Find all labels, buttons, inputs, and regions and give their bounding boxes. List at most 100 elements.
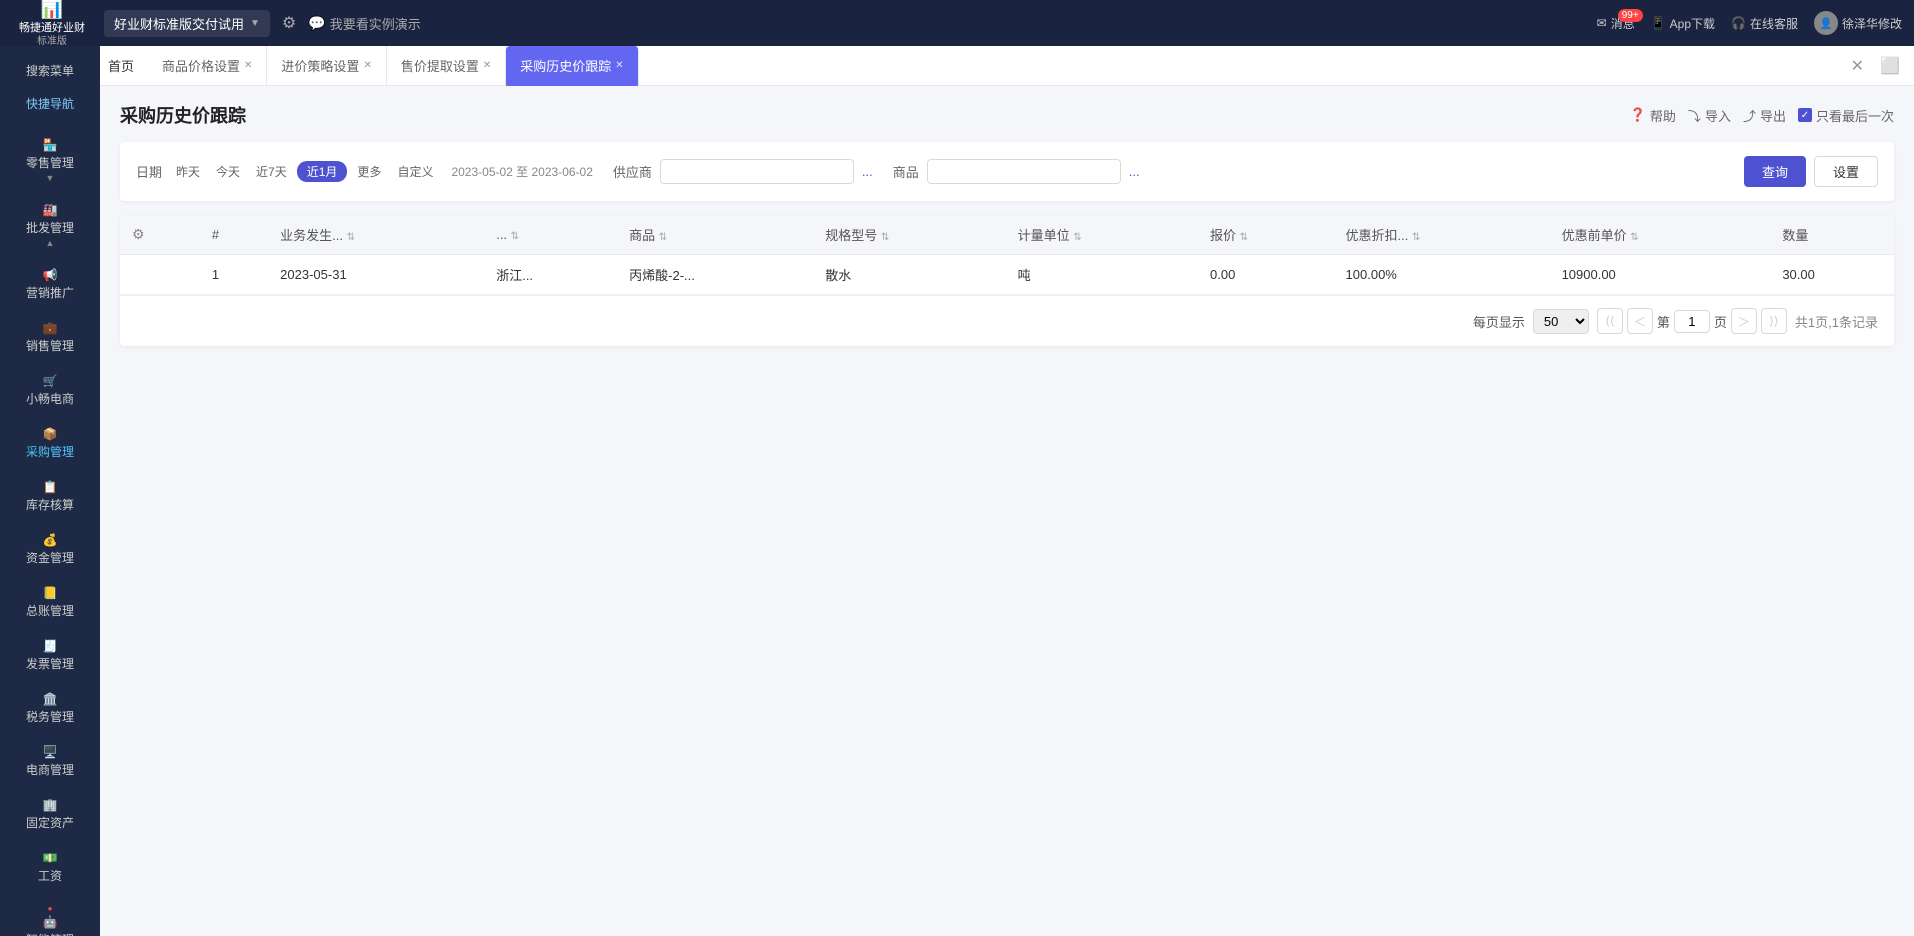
col-goods[interactable]: 商品 ⇅ [617,215,813,255]
filter-goods: 商品 ... [893,159,1140,184]
sidebar-item-retail[interactable]: 🏪 零售管理 ▼ [0,128,100,193]
sidebar-item-ledger[interactable]: 📒 总账管理 [0,576,100,629]
sidebar-item-ecommerce[interactable]: 🖥️ 电商管理 [0,735,100,788]
app-download-icon: 📱 [1651,16,1666,30]
col-price[interactable]: 报价 ⇅ [1198,215,1334,255]
per-page-select[interactable]: 50 100 200 [1533,309,1589,334]
settings-button[interactable]: 设置 [1814,156,1878,187]
date-option-more[interactable]: 更多 [351,161,387,182]
ecommerce-icon: 🖥️ [43,745,58,759]
supplier-label: 供应商 [613,162,652,181]
sort-icon: ⇅ [1073,232,1081,243]
date-option-yesterday[interactable]: 昨天 [170,161,206,182]
tab-expand-btn[interactable]: ⬜ [1874,54,1906,78]
supplier-more-btn[interactable]: ... [862,164,873,179]
import-label: 导入 [1705,106,1731,125]
tab-home[interactable]: 首页 [108,46,148,86]
data-table: ⚙ # 业务发生... ⇅ ... ⇅ 商品 ⇅ 规格型号 ⇅ 计量单位 ⇅ 报… [120,215,1894,295]
table-header-row: ⚙ # 业务发生... ⇅ ... ⇅ 商品 ⇅ 规格型号 ⇅ 计量单位 ⇅ 报… [120,215,1894,255]
last-page-btn[interactable]: ⟩⟩ [1761,308,1787,334]
first-page-btn[interactable]: ⟨⟨ [1597,308,1623,334]
tab-purchase-strategy[interactable]: 进价策略设置 ✕ [267,46,386,86]
col-discount[interactable]: 优惠折扣... ⇅ [1334,215,1550,255]
ledger-icon: 📒 [43,586,58,600]
goods-more-btn[interactable]: ... [1129,164,1140,179]
cell-spec: 散水 [813,255,1005,295]
supplier-input[interactable] [660,159,854,184]
col-unit[interactable]: 计量单位 ⇅ [1006,215,1198,255]
top-bar-right: ✉ 消息 99+ 📱 App下载 🎧 在线客服 👤 徐泽华修改 [1597,11,1902,35]
sidebar-item-label-assets: 固定资产 [26,814,74,831]
import-button[interactable]: ⤵ 导入 [1688,106,1731,125]
sidebar-item-inventory[interactable]: 📋 库存核算 [0,470,100,523]
only-last-checkbox[interactable]: ✓ 只看最后一次 [1798,106,1894,125]
sidebar-item-wholesale[interactable]: 🏭 批发管理 ▲ [0,193,100,258]
col-gear[interactable]: ⚙ [120,215,200,255]
app-download-button[interactable]: 📱 App下载 [1651,15,1715,32]
sidebar-item-purchase[interactable]: 📦 采购管理 [0,417,100,470]
close-icon[interactable]: ✕ [483,60,491,71]
sidebar-item-marketing[interactable]: 📢 营销推广 [0,258,100,311]
only-last-label: 只看最后一次 [1816,106,1894,125]
sidebar-item-label-finance: 资金管理 [26,549,74,566]
dot-icon: ● [48,904,53,913]
col-date[interactable]: 业务发生... ⇅ [268,215,484,255]
sort-icon: ⇅ [1412,232,1420,243]
date-option-today[interactable]: 今天 [210,161,246,182]
cell-qty: 30.00 [1770,255,1894,295]
sidebar-search[interactable]: 搜索菜单 [0,54,100,87]
collapse-icon: ▲ [46,238,55,248]
sidebar-item-salary[interactable]: 💵 工资 [0,841,100,894]
settings-icon[interactable]: ⚙ [282,13,296,33]
message-button[interactable]: ✉ 消息 99+ [1597,15,1635,32]
sidebar-item-label-invoice: 发票管理 [26,655,74,672]
sidebar-item-tax[interactable]: 🏛️ 税务管理 [0,682,100,735]
date-option-1month[interactable]: 近1月 [297,161,348,182]
tab-close-btn[interactable]: ✕ [1845,54,1870,78]
sidebar-item-sales[interactable]: 💼 销售管理 [0,311,100,364]
sort-icon: ⇅ [347,232,355,243]
date-option-custom[interactable]: 自定义 [391,161,439,182]
date-option-7days[interactable]: 近7天 [250,161,293,182]
app-selector[interactable]: 好业财标准版交付试用 ▼ [104,10,270,37]
tab-sale-price-label: 售价提取设置 [401,56,479,75]
sidebar-item-assets[interactable]: 🏢 固定资产 [0,788,100,841]
tab-purchase-history-label: 采购历史价跟踪 [520,56,611,75]
goods-input[interactable] [927,159,1121,184]
chevron-down-icon: ▼ [250,18,260,29]
prev-page-btn[interactable]: ＜ [1627,308,1653,334]
assets-icon: 🏢 [43,798,58,812]
import-icon: ⤵ [1688,106,1701,125]
col-spec[interactable]: 规格型号 ⇅ [813,215,1005,255]
logo-icon: 📊 [41,0,63,21]
query-button[interactable]: 查询 [1744,156,1806,187]
demo-button[interactable]: 💬 我要看实例演示 [308,14,420,33]
col-pre-discount-price[interactable]: 优惠前单价 ⇅ [1550,215,1771,255]
close-icon[interactable]: ✕ [615,60,623,71]
sidebar-quick-nav[interactable]: 快捷导航 [0,87,100,120]
filter-date: 日期 昨天 今天 近7天 近1月 更多 自定义 2023-05-02 至 202… [136,161,593,182]
col-extra[interactable]: ... ⇅ [484,215,617,255]
online-service-button[interactable]: 🎧 在线客服 [1731,15,1798,32]
sidebar-item-invoice[interactable]: 🧾 发票管理 [0,629,100,682]
message-icon: ✉ [1597,16,1607,30]
sidebar-item-finance[interactable]: 💰 资金管理 [0,523,100,576]
app-download-label: App下载 [1670,15,1715,32]
help-icon: ❓ [1630,107,1646,123]
sidebar-item-ai[interactable]: ● 🤖 智能管理 [0,894,100,936]
checkbox-icon: ✓ [1798,108,1812,122]
marketing-icon: 📢 [43,268,58,282]
tab-goods-price[interactable]: 商品价格设置 ✕ [148,46,267,86]
tab-sale-price[interactable]: 售价提取设置 ✕ [387,46,506,86]
close-icon[interactable]: ✕ [363,60,371,71]
close-icon[interactable]: ✕ [244,60,252,71]
help-button[interactable]: ❓ 帮助 [1630,106,1676,125]
next-page-btn[interactable]: ＞ [1731,308,1757,334]
page-total: 共1页,1条记录 [1795,312,1878,331]
export-button[interactable]: ⤴ 导出 [1743,106,1786,125]
filter-actions: 查询 设置 [1744,156,1878,187]
user-menu[interactable]: 👤 徐泽华修改 [1814,11,1902,35]
page-input[interactable] [1674,310,1710,333]
tab-purchase-history[interactable]: 采购历史价跟踪 ✕ [506,46,638,86]
sidebar-item-ecommerce-small[interactable]: 🛒 小畅电商 [0,364,100,417]
